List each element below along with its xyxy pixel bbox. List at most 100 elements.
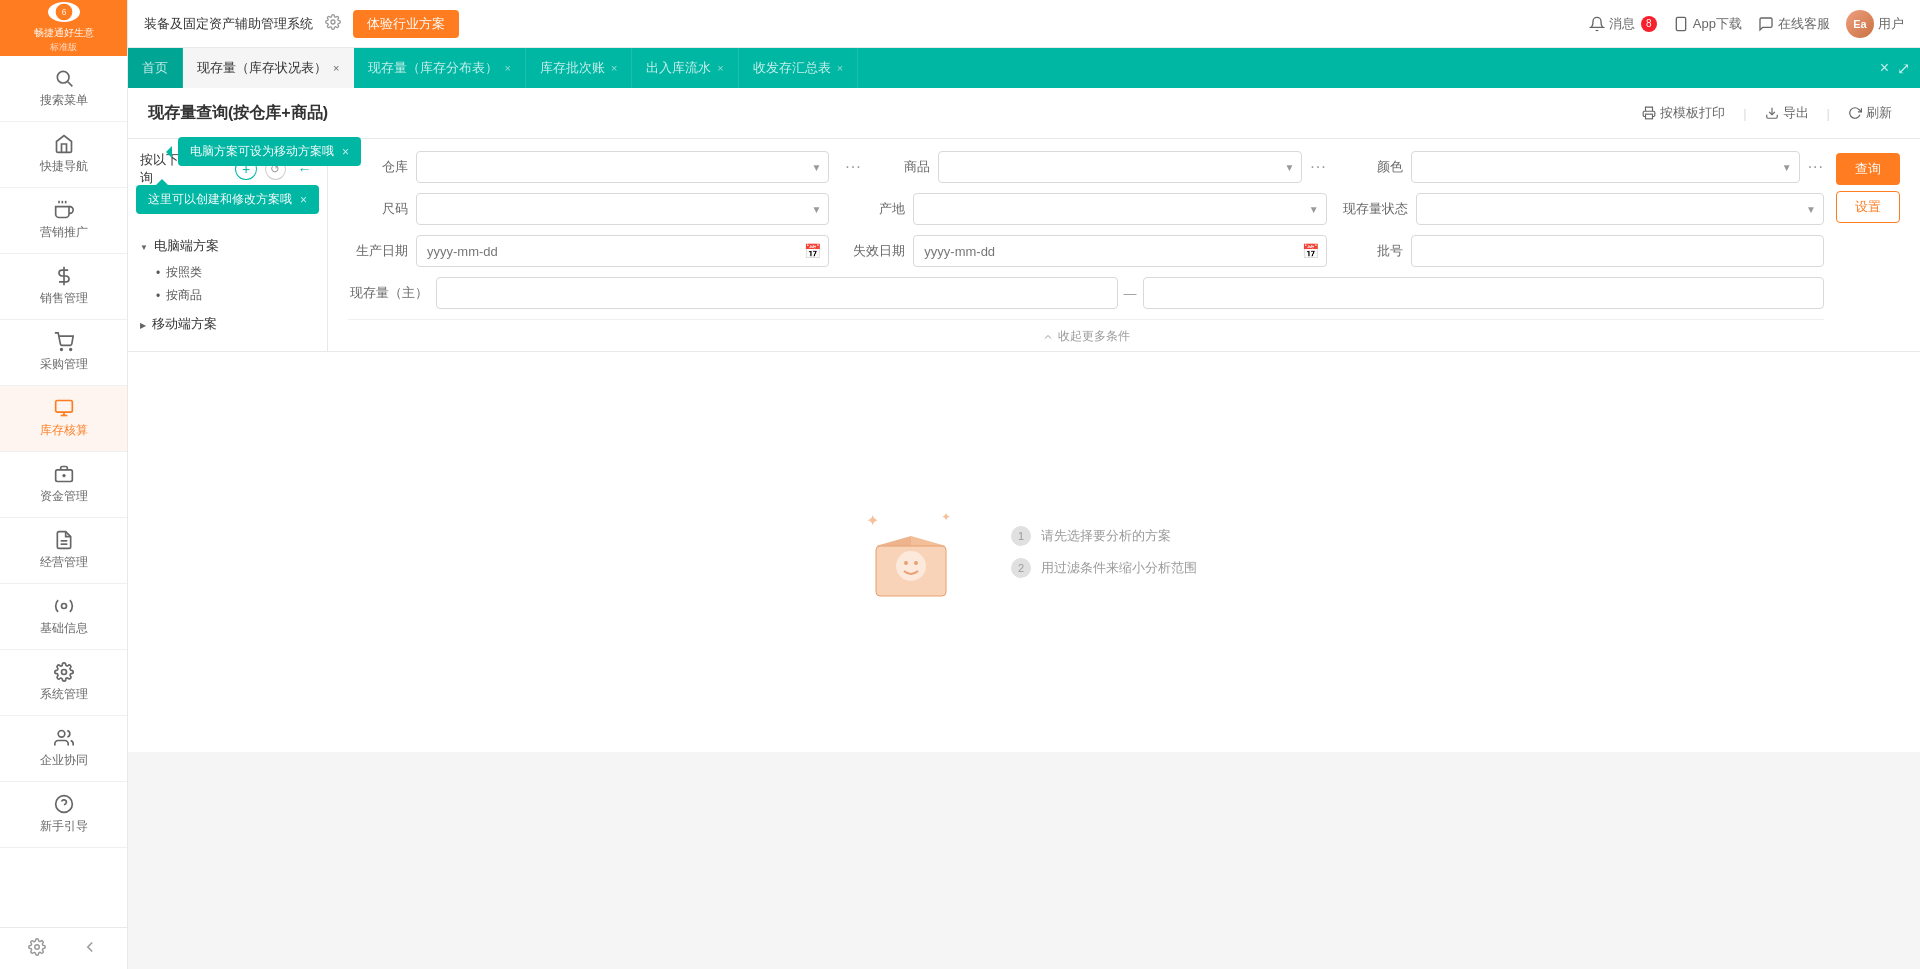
tab-batch-account-close[interactable]: ×: [611, 62, 617, 74]
sidebar-label-search: 搜索菜单: [40, 92, 88, 109]
reset-btn[interactable]: 设置: [1836, 191, 1900, 223]
stock-status-select[interactable]: [1416, 193, 1824, 225]
app-badge: 标准版: [50, 41, 77, 54]
color-select[interactable]: [1411, 151, 1800, 183]
sidebar-item-operations[interactable]: 经营管理: [0, 518, 127, 584]
filter-collapse: 收起更多条件: [348, 319, 1824, 345]
online-support-label: 在线客服: [1778, 15, 1830, 33]
field-origin: 产地 ▼: [845, 193, 1326, 225]
sidebar-item-marketing[interactable]: 营销推广: [0, 188, 127, 254]
sidebar-label-operations: 经营管理: [40, 554, 88, 571]
tab-stock-dist-close[interactable]: ×: [504, 62, 510, 74]
collapse-label: 收起更多条件: [1058, 328, 1130, 345]
sidebar-item-basic[interactable]: 基础信息: [0, 584, 127, 650]
batch-label: 批号: [1343, 242, 1403, 260]
sidebar-item-inventory[interactable]: 库存核算: [0, 386, 127, 452]
divider1: |: [1743, 106, 1746, 121]
refresh-label: 刷新: [1866, 104, 1892, 122]
svg-marker-31: [911, 536, 946, 546]
field-expiry-date: 失效日期 📅: [845, 235, 1326, 267]
field-product-label: 商品: [870, 158, 930, 176]
sidebar-item-enterprise[interactable]: 企业协同: [0, 716, 127, 782]
tooltip-create-text: 这里可以创建和修改方案哦: [148, 191, 292, 208]
expiry-date-input[interactable]: [913, 235, 1326, 267]
stock-qty-from[interactable]: [436, 277, 1118, 309]
page-actions: 按模板打印 | 导出 | 刷新: [1634, 100, 1900, 126]
notification-count: 8: [1641, 16, 1657, 32]
sidebar-item-search-menu[interactable]: 搜索菜单: [0, 56, 127, 122]
tab-inout-flow[interactable]: 出入库流水 ×: [632, 48, 738, 88]
tooltip-create-close[interactable]: ×: [300, 193, 307, 207]
batch-input[interactable]: [1411, 235, 1824, 267]
product-dots2-icon[interactable]: ···: [1310, 158, 1326, 176]
filter-section: 按以下方案查询 + ↺ ← 电脑方案可设为移动方案哦 × 这里可以创建和修改方案…: [128, 139, 1920, 352]
tab-stock-status[interactable]: 现存量（库存状况表） ×: [183, 48, 354, 88]
online-support-btn[interactable]: 在线客服: [1758, 15, 1830, 33]
tab-stock-dist[interactable]: 现存量（库存分布表） ×: [354, 48, 525, 88]
scheme-item-by-product[interactable]: • 按商品: [136, 284, 319, 307]
trial-btn[interactable]: 体验行业方案: [353, 10, 459, 38]
user-btn[interactable]: Ea 用户: [1846, 10, 1904, 38]
warehouse-select[interactable]: [416, 151, 829, 183]
svg-point-18: [61, 604, 66, 609]
fields-grid: 仓库 ▼ ··· 商品: [348, 151, 1824, 345]
field-color-label: 颜色: [1343, 158, 1403, 176]
refresh-btn[interactable]: 刷新: [1840, 100, 1900, 126]
sidebar-item-sales[interactable]: 销售管理: [0, 254, 127, 320]
print-btn[interactable]: 按模板打印: [1634, 100, 1733, 126]
sidebar-item-system[interactable]: 系统管理: [0, 650, 127, 716]
collapse-btn[interactable]: 收起更多条件: [1042, 328, 1130, 345]
color-select-wrapper: ▼: [1411, 151, 1800, 183]
empty-step-1: 1 请先选择要分析的方案: [1011, 526, 1197, 546]
origin-select[interactable]: [913, 193, 1326, 225]
stock-qty-label: 现存量（主）: [348, 284, 428, 302]
svg-point-34: [904, 561, 908, 565]
sidebar-item-assets[interactable]: 资金管理: [0, 452, 127, 518]
mobile-group-toggle[interactable]: [140, 319, 146, 330]
page-header: 现存量查询(按仓库+商品) 按模板打印 | 导出 |: [128, 88, 1920, 139]
sidebar: 6 畅捷通好生意 标准版 搜索菜单 快捷导航 营销推广: [0, 0, 128, 969]
export-btn[interactable]: 导出: [1757, 100, 1817, 126]
sidebar-item-guide[interactable]: 新手引导: [0, 782, 127, 848]
tab-expand-btn[interactable]: ⤢: [1897, 59, 1910, 78]
sidebar-item-purchase[interactable]: 采购管理: [0, 320, 127, 386]
production-date-wrapper: 📅: [416, 235, 829, 267]
tab-recv-send[interactable]: 收发存汇总表 ×: [739, 48, 858, 88]
tab-inout-flow-close[interactable]: ×: [717, 62, 723, 74]
tab-close-all-btn[interactable]: ×: [1880, 59, 1889, 77]
desktop-group-toggle[interactable]: [140, 241, 148, 252]
header-settings-icon[interactable]: [325, 14, 341, 33]
scheme-item-by-type[interactable]: • 按照类: [136, 261, 319, 284]
product-select[interactable]: [938, 151, 1303, 183]
tab-stock-status-close[interactable]: ×: [333, 62, 339, 74]
app-download-btn[interactable]: App下载: [1673, 15, 1742, 33]
field-origin-label: 产地: [845, 200, 905, 218]
header: 装备及固定资产辅助管理系统 体验行业方案 消息 8 App下载: [128, 0, 1920, 48]
stock-qty-to[interactable]: [1143, 277, 1825, 309]
collapse-btn[interactable]: [81, 938, 99, 959]
search-btn[interactable]: 查询: [1836, 153, 1900, 185]
notifications-btn[interactable]: 消息 8: [1589, 15, 1657, 33]
production-date-input[interactable]: [416, 235, 829, 267]
field-size: 尺码 ▼: [348, 193, 829, 225]
settings-btn[interactable]: [28, 938, 46, 959]
scheme-group-mobile: 移动端方案: [136, 315, 319, 333]
field-stock-status: 现存量状态 ▼: [1343, 193, 1824, 225]
scheme-item-label2: 按商品: [166, 287, 202, 304]
page-content: 现存量查询(按仓库+商品) 按模板打印 | 导出 |: [128, 88, 1920, 969]
logo-icon: 6: [48, 2, 80, 22]
main-area: 装备及固定资产辅助管理系统 体验行业方案 消息 8 App下载: [128, 0, 1920, 969]
divider2: |: [1827, 106, 1830, 121]
empty-illustration: ✦ ✦: [851, 491, 971, 614]
sidebar-item-quick-nav[interactable]: 快捷导航: [0, 122, 127, 188]
color-dots-icon[interactable]: ···: [1808, 158, 1824, 176]
tab-home[interactable]: 首页: [128, 48, 183, 88]
tab-batch-account[interactable]: 库存批次账 ×: [526, 48, 632, 88]
size-select[interactable]: [416, 193, 829, 225]
tab-recv-send-close[interactable]: ×: [837, 62, 843, 74]
product-dots-icon[interactable]: ···: [845, 158, 861, 176]
svg-text:✦: ✦: [941, 510, 951, 524]
expiry-date-label: 失效日期: [845, 242, 905, 260]
tooltip-scheme-close[interactable]: ×: [342, 145, 349, 159]
empty-steps: 1 请先选择要分析的方案 2 用过滤条件来缩小分析范围: [1011, 526, 1197, 578]
